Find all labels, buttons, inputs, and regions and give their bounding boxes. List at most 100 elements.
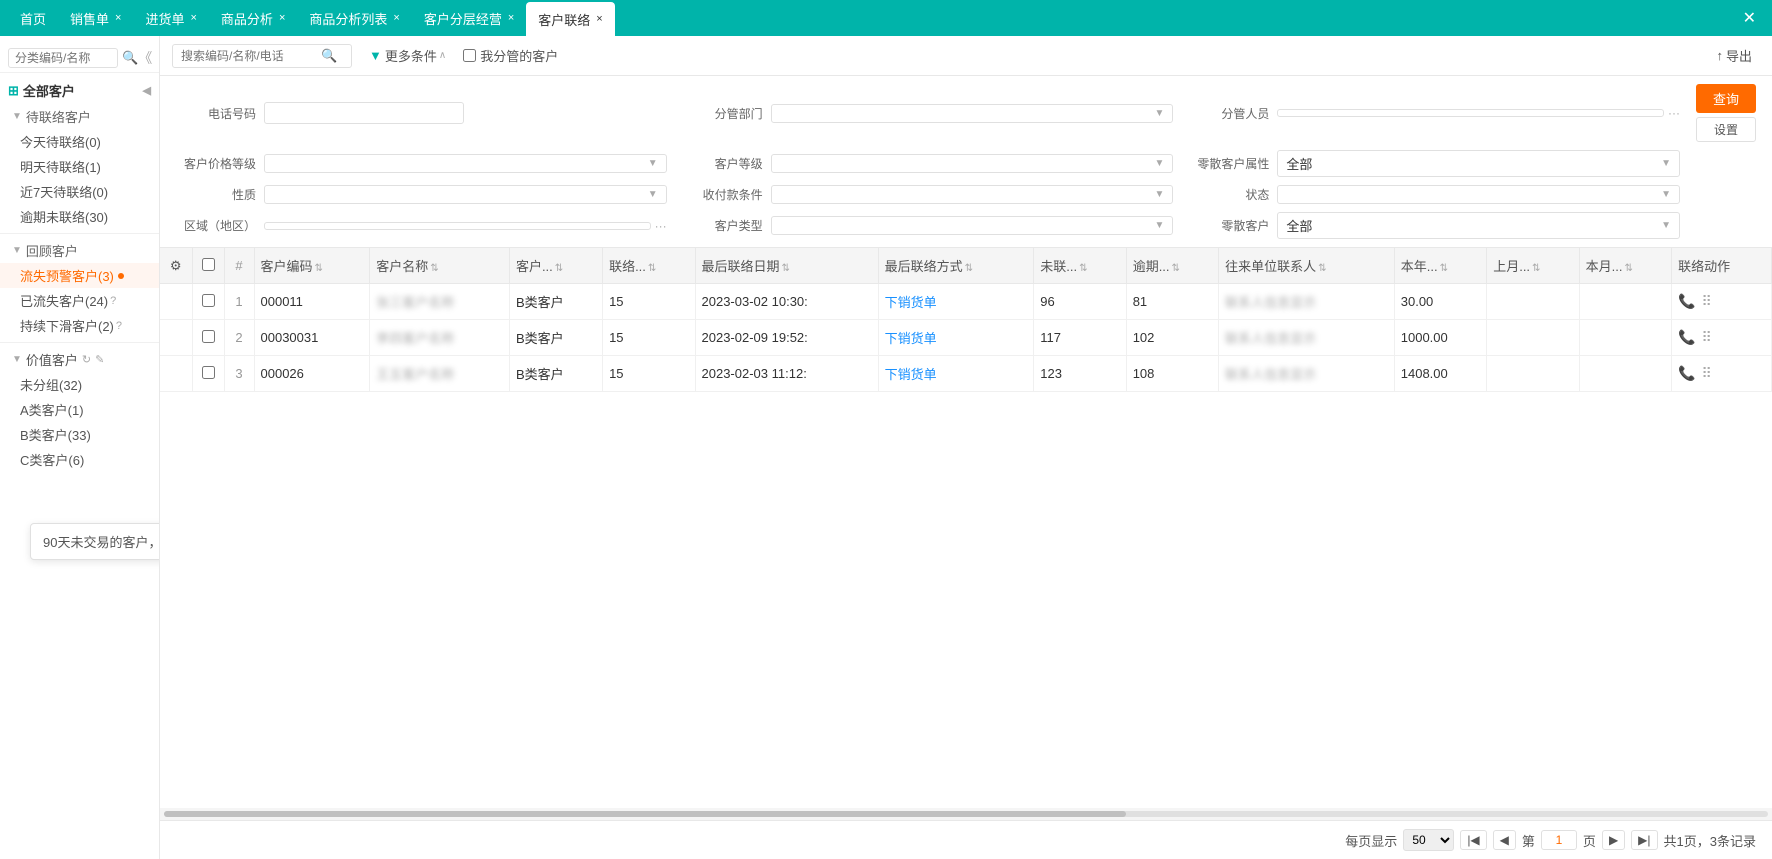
row2-contact-icon[interactable]: 📞 xyxy=(1678,329,1695,346)
sidebar-item-today-contact[interactable]: 今天待联络(0) xyxy=(0,129,159,154)
row2-method[interactable]: 下销货单 xyxy=(878,320,1034,356)
window-close-button[interactable]: ✕ xyxy=(1735,8,1764,28)
my-customer-checkbox-area[interactable]: 我分管的客户 xyxy=(463,46,558,65)
col-customer-name[interactable]: 客户名称⇅ xyxy=(370,248,510,284)
col-overdue[interactable]: 逾期...⇅ xyxy=(1126,248,1218,284)
col-not-contacted[interactable]: 未联...⇅ xyxy=(1034,248,1126,284)
row2-action: 📞 ⠿ xyxy=(1672,320,1772,356)
row2-method-link[interactable]: 下销货单 xyxy=(885,331,937,346)
sidebar-item-already-lost[interactable]: 已流失客户(24) ? xyxy=(0,288,159,313)
tab-analysis-close[interactable]: × xyxy=(279,12,285,24)
my-customer-checkbox[interactable] xyxy=(463,49,476,62)
col-this-year[interactable]: 本年...⇅ xyxy=(1394,248,1486,284)
filter-select-region[interactable] xyxy=(264,222,651,230)
sidebar-item-declining[interactable]: 持续下滑客户(2) ? xyxy=(0,313,159,338)
prev-page-button[interactable]: ◀ xyxy=(1493,830,1516,850)
row3-select-checkbox[interactable] xyxy=(202,366,215,379)
all-customers-collapse-arrow[interactable]: ◀ xyxy=(143,84,151,97)
col-contact[interactable]: 联络...⇅ xyxy=(603,248,695,284)
export-button[interactable]: ↑ 导出 xyxy=(1708,43,1760,68)
tab-sales[interactable]: 销售单 × xyxy=(58,0,133,36)
page-size-select[interactable]: 50 20 100 xyxy=(1403,829,1454,851)
sidebar-collapse-button[interactable]: 《 xyxy=(138,48,152,68)
tab-customer-tier[interactable]: 客户分层经营 × xyxy=(412,0,526,36)
row1-checkbox[interactable] xyxy=(192,284,224,320)
row3-checkbox[interactable] xyxy=(192,356,224,392)
filter-region-more[interactable]: ··· xyxy=(655,219,667,233)
next-page-button[interactable]: ▶ xyxy=(1602,830,1625,850)
sidebar-item-class-a[interactable]: A类客户(1) xyxy=(0,397,159,422)
sidebar-search-input[interactable] xyxy=(8,48,118,68)
horizontal-scrollbar[interactable] xyxy=(160,808,1772,820)
scrollbar-track[interactable] xyxy=(164,811,1768,817)
sidebar-item-class-c[interactable]: C类客户(6) xyxy=(0,447,159,472)
filter-select-nature[interactable]: ▼ xyxy=(264,185,667,204)
row3-more-icon[interactable]: ⠿ xyxy=(1702,365,1712,382)
sidebar-item-class-b[interactable]: B类客户(33) xyxy=(0,422,159,447)
filter-select-scatter-attr[interactable]: 全部 ▼ xyxy=(1277,150,1680,177)
row3-method[interactable]: 下销货单 xyxy=(878,356,1034,392)
more-filter-button[interactable]: ▼ 更多条件 ∧ xyxy=(360,42,455,69)
all-customers-header[interactable]: ⊞ 全部客户 ◀ xyxy=(0,77,159,104)
tab-analysis[interactable]: 商品分析 × xyxy=(209,0,297,36)
tab-sales-close[interactable]: × xyxy=(115,12,121,24)
sidebar-item-loss-warning[interactable]: 流失预警客户(3) xyxy=(0,263,159,288)
row2-more-icon[interactable]: ⠿ xyxy=(1702,329,1712,346)
tab-analysis-list-close[interactable]: × xyxy=(393,12,399,24)
tab-purchase[interactable]: 进货单 × xyxy=(133,0,208,36)
row1-select-checkbox[interactable] xyxy=(202,294,215,307)
sidebar-item-overdue-contact[interactable]: 逾期未联络(30) xyxy=(0,204,159,229)
filter-select-customer-type[interactable]: ▼ xyxy=(771,216,1174,235)
col-this-month[interactable]: 本月...⇅ xyxy=(1579,248,1671,284)
value-customers-edit-icon[interactable]: ✎ xyxy=(95,353,104,366)
col-unit-contact[interactable]: 往来单位联系人⇅ xyxy=(1219,248,1395,284)
sidebar-group-value-customers[interactable]: ▼ 价值客户 ↻ ✎ xyxy=(0,347,159,372)
row1-more-icon[interactable]: ⠿ xyxy=(1702,293,1712,310)
filter-select-dept[interactable]: ▼ xyxy=(771,104,1174,123)
search-input[interactable] xyxy=(181,49,321,63)
col-customer-type[interactable]: 客户...⇅ xyxy=(509,248,602,284)
first-page-button[interactable]: |◀ xyxy=(1460,830,1486,850)
last-page-button[interactable]: ▶| xyxy=(1631,830,1657,850)
sidebar-item-tomorrow-contact[interactable]: 明天待联络(1) xyxy=(0,154,159,179)
row1-method-link[interactable]: 下销货单 xyxy=(885,295,937,310)
tab-customer-contact[interactable]: 客户联络 × xyxy=(526,2,614,36)
row2-select-checkbox[interactable] xyxy=(202,330,215,343)
sidebar-item-week-contact[interactable]: 近7天待联络(0) xyxy=(0,179,159,204)
row1-contact-icon[interactable]: 📞 xyxy=(1678,293,1695,310)
tab-analysis-list[interactable]: 商品分析列表 × xyxy=(297,0,411,36)
scrollbar-thumb[interactable] xyxy=(164,811,1126,817)
sidebar-group-pending-contact[interactable]: ▼ 待联络客户 xyxy=(0,104,159,129)
col-last-contact-date[interactable]: 最后联络日期⇅ xyxy=(695,248,878,284)
page-number-input[interactable] xyxy=(1541,830,1577,850)
row3-method-link[interactable]: 下销货单 xyxy=(885,367,937,382)
value-customers-refresh-icon[interactable]: ↻ xyxy=(82,353,91,366)
sidebar-search-icon[interactable]: 🔍 xyxy=(122,50,138,66)
filter-select-person[interactable] xyxy=(1277,109,1664,117)
col-checkbox[interactable] xyxy=(192,248,224,284)
filter-select-customer-level[interactable]: ▼ xyxy=(771,154,1174,173)
query-button[interactable]: 查询 xyxy=(1696,84,1756,113)
col-last-month[interactable]: 上月...⇅ xyxy=(1487,248,1579,284)
filter-select-status[interactable]: ▼ xyxy=(1277,185,1680,204)
row3-contact-icon[interactable]: 📞 xyxy=(1678,365,1695,382)
select-all-checkbox[interactable] xyxy=(202,258,215,271)
filter-select-scatter-customer[interactable]: 全部 ▼ xyxy=(1277,212,1680,239)
col-last-contact-method[interactable]: 最后联络方式⇅ xyxy=(878,248,1034,284)
filter-select-price-level[interactable]: ▼ xyxy=(264,154,667,173)
col-customer-code[interactable]: 客户编码⇅ xyxy=(254,248,370,284)
tab-customer-tier-close[interactable]: × xyxy=(508,12,514,24)
toolbar-search-icon[interactable]: 🔍 xyxy=(321,48,337,64)
filter-input-phone[interactable] xyxy=(264,102,464,124)
tab-home[interactable]: 首页 xyxy=(8,0,58,36)
tab-purchase-close[interactable]: × xyxy=(190,12,196,24)
tab-customer-contact-close[interactable]: × xyxy=(596,13,602,25)
sidebar-group-lost-customers[interactable]: ▼ 回顾客户 xyxy=(0,238,159,263)
row2-checkbox[interactable] xyxy=(192,320,224,356)
col-settings[interactable]: ⚙ xyxy=(160,248,192,284)
sidebar-item-ungrouped[interactable]: 未分组(32) xyxy=(0,372,159,397)
filter-person-more[interactable]: ··· xyxy=(1668,106,1680,120)
row1-method[interactable]: 下销货单 xyxy=(878,284,1034,320)
filter-select-payment[interactable]: ▼ xyxy=(771,185,1174,204)
filter-settings-button[interactable]: 设置 xyxy=(1696,117,1756,142)
